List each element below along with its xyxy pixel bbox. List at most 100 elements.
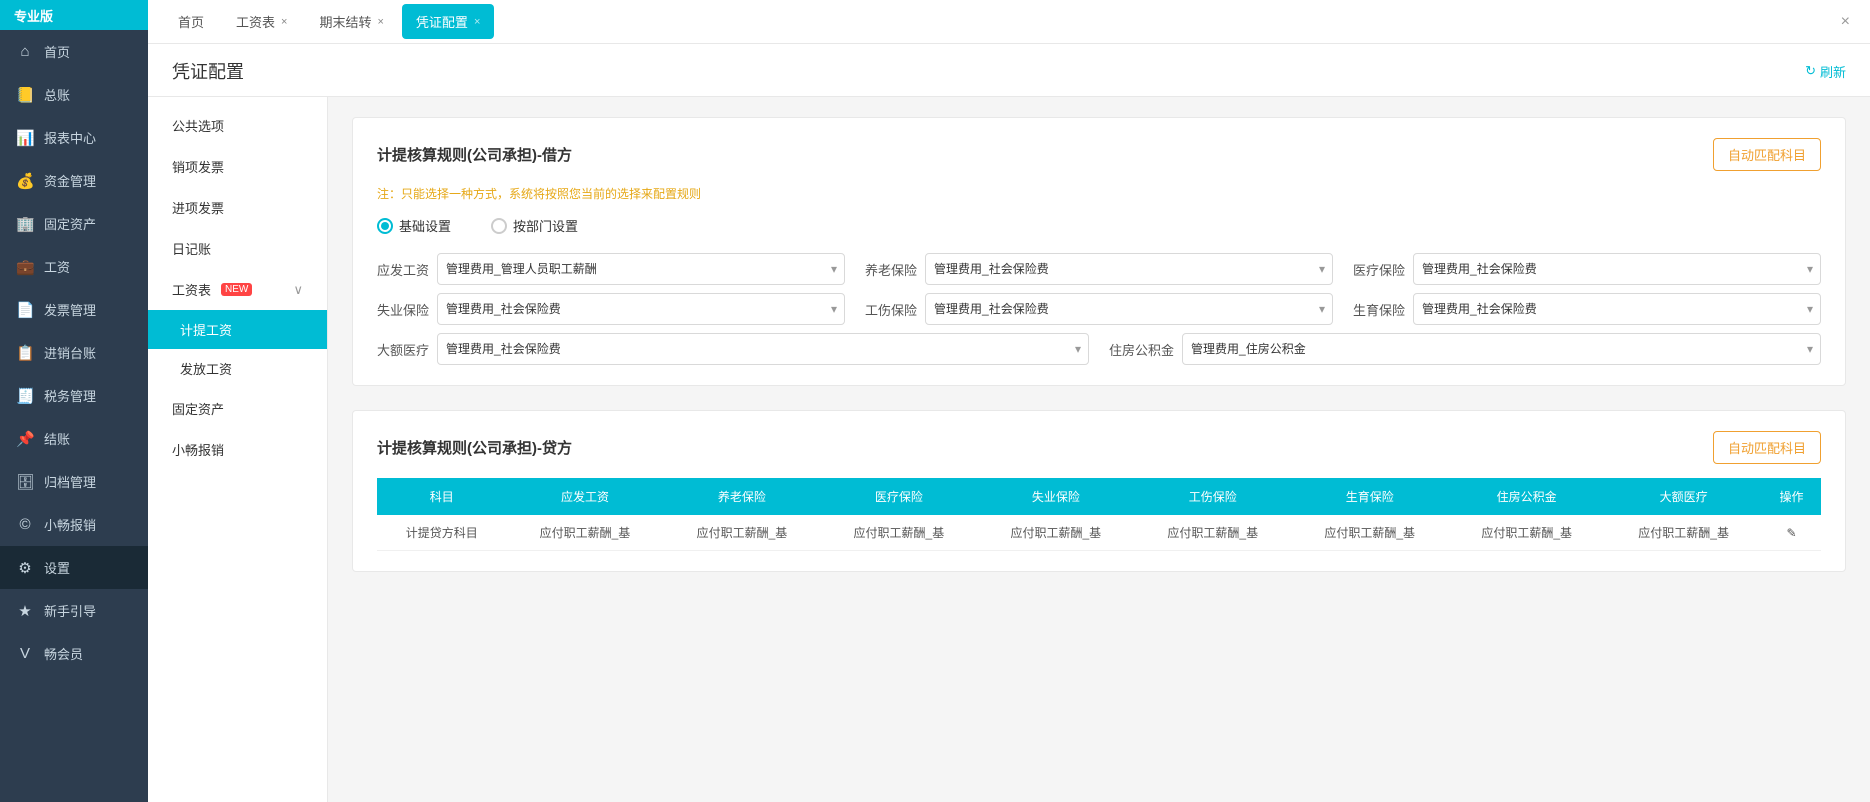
select-yingfa[interactable]: 管理费用_管理人员职工薪酬	[437, 253, 845, 285]
left-menu-payroll-table[interactable]: 工资表 NEW ∨	[148, 269, 327, 310]
sidebar-item-archive[interactable]: 🗄 归档管理	[0, 460, 148, 503]
main-area: 首页 工资表 × 期末结转 × 凭证配置 × × 凭证配置 ↻ 刷新 公共选项	[148, 0, 1870, 802]
cell-yingfa: 应付职工薪酬_基	[506, 515, 663, 551]
left-menu-public-options[interactable]: 公共选项	[148, 105, 327, 146]
tab-voucher-config-close[interactable]: ×	[474, 16, 480, 28]
select-gongshang[interactable]: 管理费用_社会保险费	[925, 293, 1333, 325]
label-shengyu: 生育保险	[1353, 300, 1405, 319]
radio-department-circle	[491, 218, 507, 234]
label-yingfa: 应发工资	[377, 260, 429, 279]
home-icon: ⌂	[16, 43, 34, 60]
select-wrapper-yanglao[interactable]: 管理费用_社会保险费	[925, 253, 1333, 285]
main-content: 计提核算规则(公司承担)-借方 自动匹配科目 注：只能选择一种方式，系统将按照您…	[328, 97, 1870, 802]
radio-basic-circle	[377, 218, 393, 234]
tab-payroll[interactable]: 工资表 ×	[222, 4, 301, 39]
left-menu-fixed-assets[interactable]: 固定资产	[148, 388, 327, 429]
tab-period-close[interactable]: 期末结转 ×	[305, 4, 397, 39]
sidebar-item-ledger[interactable]: 📒 总账	[0, 73, 148, 116]
radio-basic[interactable]: 基础设置	[377, 216, 451, 235]
select-wrapper-shiye[interactable]: 管理费用_社会保险费	[437, 293, 845, 325]
salary-icon: 💼	[16, 258, 34, 276]
select-wrapper-gongshang[interactable]: 管理费用_社会保险费	[925, 293, 1333, 325]
tax-icon: 🧾	[16, 387, 34, 405]
form-item-yanglao: 养老保险 管理费用_社会保险费	[865, 253, 1333, 285]
close-all-button[interactable]: ×	[1837, 9, 1854, 35]
debit-section-header: 计提核算规则(公司承担)-借方 自动匹配科目	[377, 138, 1821, 171]
sidebar-item-close[interactable]: 📌 结账	[0, 417, 148, 460]
cell-action[interactable]: ✎	[1762, 515, 1821, 551]
sidebar-item-xiaochang-report[interactable]: © 小畅报销	[0, 503, 148, 546]
report-icon: 📊	[16, 129, 34, 147]
credit-section-header: 计提核算规则(公司承担)-贷方 自动匹配科目	[377, 431, 1821, 464]
tab-home[interactable]: 首页	[164, 4, 218, 39]
debit-rules-section: 计提核算规则(公司承担)-借方 自动匹配科目 注：只能选择一种方式，系统将按照您…	[352, 117, 1846, 386]
radio-group: 基础设置 按部门设置	[377, 216, 1821, 235]
tab-voucher-config[interactable]: 凭证配置 ×	[402, 4, 494, 39]
select-wrapper-yingfa[interactable]: 管理费用_管理人员职工薪酬	[437, 253, 845, 285]
left-menu-cancel-invoice[interactable]: 销项发票	[148, 146, 327, 187]
th-shengyu: 生育保险	[1291, 478, 1448, 515]
left-menu-pay-salary[interactable]: 发放工资	[148, 349, 327, 388]
ledger-icon: 📒	[16, 86, 34, 104]
sidebar-item-vip[interactable]: V 畅会员	[0, 632, 148, 675]
th-yingfa: 应发工资	[506, 478, 663, 515]
sidebar-item-label: 报表中心	[44, 128, 96, 147]
sidebar-item-label: 税务管理	[44, 386, 96, 405]
left-menu-calc-salary[interactable]: 计提工资	[148, 310, 327, 349]
tab-payroll-close[interactable]: ×	[281, 16, 287, 28]
sidebar-item-invoice-mgmt[interactable]: 📄 发票管理	[0, 288, 148, 331]
cell-zhufang: 应付职工薪酬_基	[1448, 515, 1605, 551]
debit-section-note: 注：只能选择一种方式，系统将按照您当前的选择来配置规则	[377, 185, 1821, 202]
select-yiliao[interactable]: 管理费用_社会保险费	[1413, 253, 1821, 285]
close-period-icon: 📌	[16, 430, 34, 448]
sidebar-item-guide[interactable]: ★ 新手引导	[0, 589, 148, 632]
sidebar-item-sales-ledger[interactable]: 📋 进销台账	[0, 331, 148, 374]
sidebar-item-label: 小畅报销	[44, 515, 96, 534]
cell-shengyu: 应付职工薪酬_基	[1291, 515, 1448, 551]
sidebar-item-label: 结账	[44, 429, 70, 448]
form-item-yingfa: 应发工资 管理费用_管理人员职工薪酬	[377, 253, 845, 285]
sidebar-item-label: 首页	[44, 42, 70, 61]
th-yiliao: 医疗保险	[820, 478, 977, 515]
guide-icon: ★	[16, 602, 34, 620]
form-item-zhufang: 住房公积金 管理费用_住房公积金	[1109, 333, 1821, 365]
auto-match-credit-button[interactable]: 自动匹配科目	[1713, 431, 1821, 464]
sidebar: 专业版 ⌂ 首页 📒 总账 📊 报表中心 💰 资金管理 🏢 固定资产 💼 工资 …	[0, 0, 148, 802]
tab-period-close-close[interactable]: ×	[377, 16, 383, 28]
refresh-button[interactable]: ↻ 刷新	[1805, 62, 1846, 81]
sidebar-item-fund[interactable]: 💰 资金管理	[0, 159, 148, 202]
sidebar-item-label: 总账	[44, 85, 70, 104]
select-wrapper-dale[interactable]: 管理费用_社会保险费	[437, 333, 1089, 365]
sidebar-item-fixed-assets[interactable]: 🏢 固定资产	[0, 202, 148, 245]
select-shiye[interactable]: 管理费用_社会保险费	[437, 293, 845, 325]
select-shengyu[interactable]: 管理费用_社会保险费	[1413, 293, 1821, 325]
select-dale[interactable]: 管理费用_社会保险费	[437, 333, 1089, 365]
sidebar-item-salary[interactable]: 💼 工资	[0, 245, 148, 288]
auto-match-debit-button[interactable]: 自动匹配科目	[1713, 138, 1821, 171]
sidebar-item-label: 畅会员	[44, 644, 83, 663]
sidebar-item-report[interactable]: 📊 报表中心	[0, 116, 148, 159]
select-zhufang[interactable]: 管理费用_住房公积金	[1182, 333, 1821, 365]
sidebar-item-settings[interactable]: ⚙ 设置	[0, 546, 148, 589]
cell-shiye: 应付职工薪酬_基	[977, 515, 1134, 551]
label-yanglao: 养老保险	[865, 260, 917, 279]
sidebar-item-tax[interactable]: 🧾 税务管理	[0, 374, 148, 417]
left-menu-journal[interactable]: 日记账	[148, 228, 327, 269]
sidebar-item-home[interactable]: ⌂ 首页	[0, 30, 148, 73]
select-wrapper-zhufang[interactable]: 管理费用_住房公积金	[1182, 333, 1821, 365]
debit-form-grid-row1: 应发工资 管理费用_管理人员职工薪酬 养老保险 管理费用_社会保险费	[377, 253, 1821, 285]
radio-department-label: 按部门设置	[513, 216, 578, 235]
table-header-row: 科目 应发工资 养老保险 医疗保险 失业保险 工伤保险 生育保险 住房公积金 大…	[377, 478, 1821, 515]
radio-department[interactable]: 按部门设置	[491, 216, 578, 235]
content-area: 公共选项 销项发票 进项发票 日记账 工资表 NEW ∨ 计提工资 发放工资	[148, 97, 1870, 802]
select-wrapper-yiliao[interactable]: 管理费用_社会保险费	[1413, 253, 1821, 285]
left-menu-input-invoice[interactable]: 进项发票	[148, 187, 327, 228]
sidebar-item-label: 归档管理	[44, 472, 96, 491]
select-yanglao[interactable]: 管理费用_社会保险费	[925, 253, 1333, 285]
sidebar-item-label: 设置	[44, 558, 70, 577]
left-menu-xiaochang-expense[interactable]: 小畅报销	[148, 429, 327, 470]
label-gongshang: 工伤保险	[865, 300, 917, 319]
tab-period-close-label: 期末结转	[319, 12, 371, 31]
th-yanglao: 养老保险	[663, 478, 820, 515]
select-wrapper-shengyu[interactable]: 管理费用_社会保险费	[1413, 293, 1821, 325]
